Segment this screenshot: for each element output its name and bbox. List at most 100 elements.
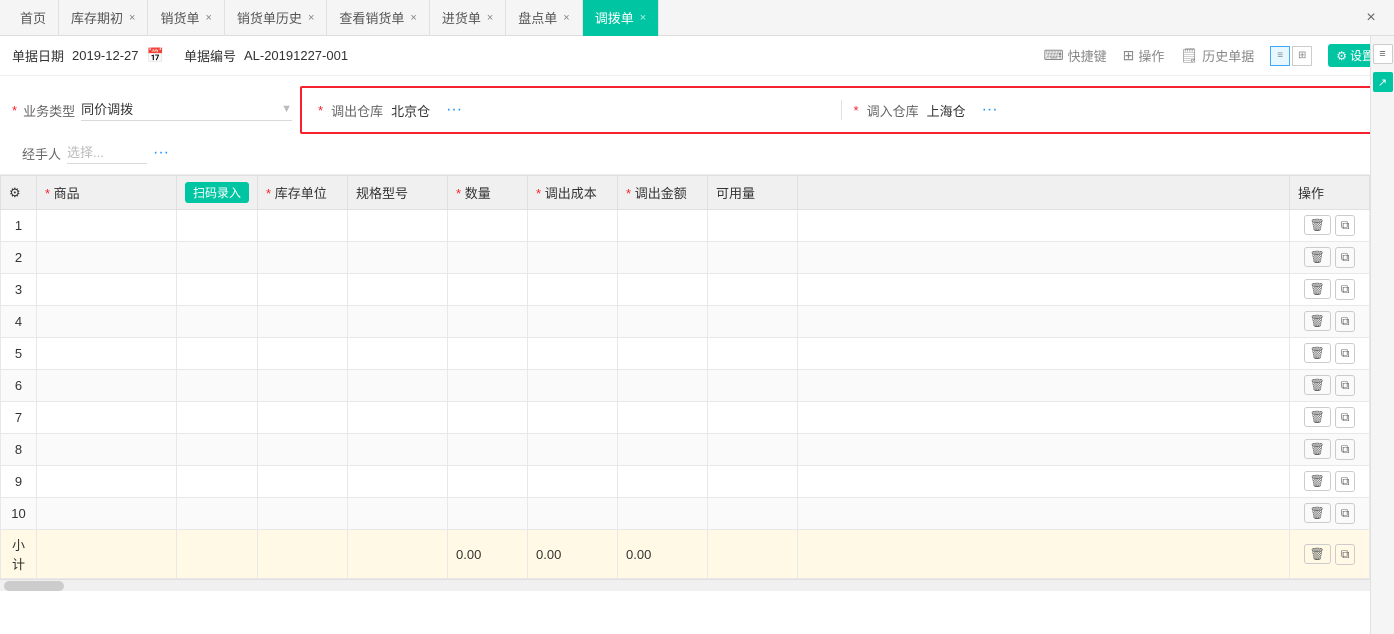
cell-qty[interactable] (448, 306, 528, 338)
cell-amount[interactable] (618, 402, 708, 434)
cell-spec[interactable] (348, 274, 448, 306)
cell-spec[interactable] (348, 530, 448, 579)
handler-more-btn[interactable]: ··· (153, 144, 169, 162)
copy-row-button[interactable]: ⧉ (1335, 279, 1356, 300)
cell-unit[interactable] (258, 274, 348, 306)
handler-select[interactable]: 选择... (67, 142, 147, 164)
tab-home[interactable]: 首页 (8, 0, 59, 36)
cell-cost[interactable] (528, 498, 618, 530)
cell-product[interactable] (37, 402, 177, 434)
delete-row-button[interactable]: 🗑 (1304, 343, 1331, 363)
cell-qty[interactable] (448, 274, 528, 306)
cell-qty[interactable] (448, 466, 528, 498)
cell-cost[interactable] (528, 274, 618, 306)
history-btn[interactable]: 🗒 历史单据 (1180, 46, 1254, 65)
sidebar-export-icon[interactable]: ↗ (1373, 72, 1393, 92)
cell-spec[interactable] (348, 306, 448, 338)
window-close-button[interactable]: × (1356, 0, 1386, 36)
col-settings-header[interactable]: ⚙ (1, 176, 37, 210)
list-view-btn[interactable]: ≡ (1270, 46, 1290, 66)
cell-cost[interactable] (528, 402, 618, 434)
cell-spec[interactable] (348, 210, 448, 242)
tab-view-sales[interactable]: 查看销货单 × (327, 0, 429, 36)
delete-row-button[interactable]: 🗑 (1304, 375, 1331, 395)
cell-cost[interactable] (528, 338, 618, 370)
cell-qty[interactable]: 0.00 (448, 530, 528, 579)
copy-row-button[interactable]: ⧉ (1335, 407, 1356, 428)
cell-qty[interactable] (448, 434, 528, 466)
tab-sales[interactable]: 销货单 × (148, 0, 224, 36)
tab-close-view-sales[interactable]: × (410, 12, 416, 24)
cell-spec[interactable] (348, 402, 448, 434)
copy-row-button[interactable]: ⧉ (1335, 544, 1356, 565)
cell-amount[interactable] (618, 370, 708, 402)
cell-product[interactable] (37, 530, 177, 579)
cell-amount[interactable] (618, 210, 708, 242)
cell-cost[interactable]: 0.00 (528, 530, 618, 579)
tab-close-sales-history[interactable]: × (308, 12, 314, 24)
cell-unit[interactable] (258, 402, 348, 434)
calendar-icon[interactable]: 📅 (147, 47, 164, 64)
cell-qty[interactable] (448, 402, 528, 434)
cell-product[interactable] (37, 434, 177, 466)
scrollbar-thumb[interactable] (4, 581, 64, 591)
cell-qty[interactable] (448, 338, 528, 370)
cell-unit[interactable] (258, 338, 348, 370)
tab-close-stocktake[interactable]: × (563, 12, 569, 24)
copy-row-button[interactable]: ⧉ (1335, 503, 1356, 524)
cell-cost[interactable] (528, 210, 618, 242)
cell-product[interactable] (37, 370, 177, 402)
cell-unit[interactable] (258, 498, 348, 530)
tab-stocktake[interactable]: 盘点单 × (506, 0, 582, 36)
tab-close-purchase[interactable]: × (487, 12, 493, 24)
biz-select[interactable]: 同价调拨 ▼ (81, 99, 292, 121)
cell-product[interactable] (37, 274, 177, 306)
tab-close-sales[interactable]: × (205, 12, 211, 24)
cell-qty[interactable] (448, 498, 528, 530)
tab-sales-history[interactable]: 销货单历史 × (225, 0, 327, 36)
tab-purchase[interactable]: 进货单 × (430, 0, 506, 36)
cell-amount[interactable] (618, 498, 708, 530)
cell-amount[interactable] (618, 274, 708, 306)
delete-row-button[interactable]: 🗑 (1304, 439, 1331, 459)
cell-unit[interactable] (258, 370, 348, 402)
cell-unit[interactable] (258, 434, 348, 466)
cell-product[interactable] (37, 306, 177, 338)
delete-row-button[interactable]: 🗑 (1304, 471, 1331, 491)
cell-cost[interactable] (528, 370, 618, 402)
cell-amount[interactable] (618, 242, 708, 274)
cell-cost[interactable] (528, 466, 618, 498)
cell-amount[interactable] (618, 306, 708, 338)
copy-row-button[interactable]: ⧉ (1335, 375, 1356, 396)
cell-spec[interactable] (348, 434, 448, 466)
delete-row-button[interactable]: 🗑 (1304, 279, 1331, 299)
copy-row-button[interactable]: ⧉ (1335, 471, 1356, 492)
cell-product[interactable] (37, 242, 177, 274)
cell-product[interactable] (37, 498, 177, 530)
shortcut-btn[interactable]: ⌨ 快捷键 (1043, 46, 1106, 65)
cell-cost[interactable] (528, 306, 618, 338)
cell-unit[interactable] (258, 530, 348, 579)
ops-btn[interactable]: ⊞ 操作 (1123, 46, 1165, 65)
cell-amount[interactable] (618, 466, 708, 498)
table-settings-icon[interactable]: ⚙ (9, 185, 21, 200)
horizontal-scrollbar[interactable] (0, 579, 1394, 591)
copy-row-button[interactable]: ⧉ (1335, 215, 1356, 236)
cell-unit[interactable] (258, 242, 348, 274)
cell-amount[interactable] (618, 434, 708, 466)
scan-entry-button[interactable]: 扫码录入 (185, 182, 249, 203)
copy-row-button[interactable]: ⧉ (1335, 247, 1356, 268)
delete-row-button[interactable]: 🗑 (1304, 407, 1331, 427)
delete-row-button[interactable]: 🗑 (1304, 311, 1331, 331)
cell-unit[interactable] (258, 466, 348, 498)
cell-spec[interactable] (348, 370, 448, 402)
cell-qty[interactable] (448, 242, 528, 274)
warehouse-in-more-btn[interactable]: ··· (982, 101, 998, 119)
cell-unit[interactable] (258, 306, 348, 338)
copy-row-button[interactable]: ⧉ (1335, 439, 1356, 460)
tab-transfer[interactable]: 调拨单 × (583, 0, 659, 36)
copy-row-button[interactable]: ⧉ (1335, 343, 1356, 364)
tab-close-inventory-init[interactable]: × (129, 12, 135, 24)
delete-row-button[interactable]: 🗑 (1304, 544, 1331, 564)
cell-qty[interactable] (448, 370, 528, 402)
